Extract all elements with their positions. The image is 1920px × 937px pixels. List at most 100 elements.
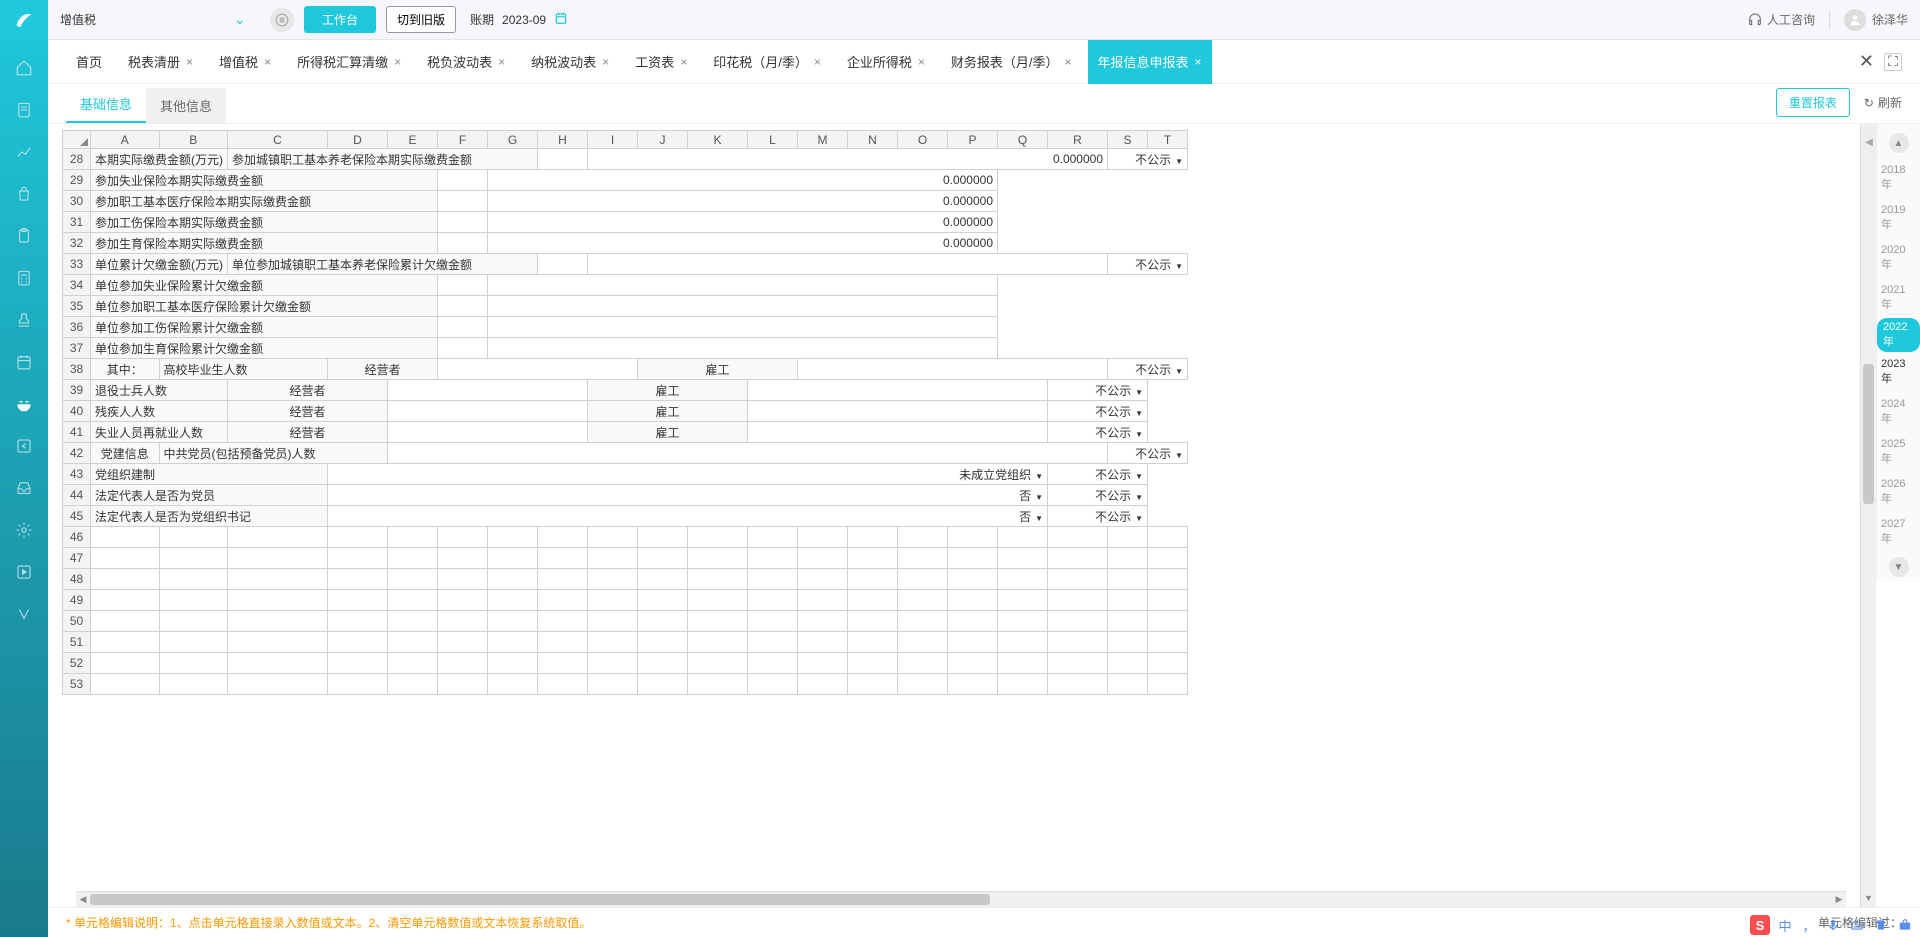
row-header-53[interactable]: 53 [63, 674, 91, 695]
year-2020年[interactable]: 2020年 [1877, 238, 1920, 278]
tabs-close-all-icon[interactable]: ✕ [1859, 51, 1874, 72]
col-header-R[interactable]: R [1048, 131, 1108, 149]
list-toggle-button[interactable] [270, 8, 294, 32]
refresh-button[interactable]: ↻ 刷新 [1864, 88, 1902, 117]
col-header-H[interactable]: H [538, 131, 588, 149]
nav-calc-icon[interactable] [12, 266, 36, 290]
col-header-D[interactable]: D [328, 131, 388, 149]
row-header-36[interactable]: 36 [63, 317, 91, 338]
app-logo[interactable] [0, 0, 48, 40]
row-header-51[interactable]: 51 [63, 632, 91, 653]
tab-税负波动表[interactable]: 税负波动表× [417, 40, 515, 84]
g3-disp-1[interactable]: 不公示 [1048, 380, 1148, 401]
tabs-expand-icon[interactable]: ⛶ [1884, 53, 1902, 71]
col-header-N[interactable]: N [848, 131, 898, 149]
g4-disp-1[interactable]: 不公示 [1048, 464, 1148, 485]
row-header-50[interactable]: 50 [63, 611, 91, 632]
col-header-E[interactable]: E [388, 131, 438, 149]
tab-close-icon[interactable]: × [918, 55, 925, 69]
g4-disp-3[interactable]: 不公示 [1048, 506, 1148, 527]
g1-val-1[interactable]: 0.000000 [488, 170, 998, 191]
row-header-37[interactable]: 37 [63, 338, 91, 359]
row-header-48[interactable]: 48 [63, 569, 91, 590]
workbench-button[interactable]: 工作台 [304, 6, 376, 33]
tab-纳税波动表[interactable]: 纳税波动表× [521, 40, 619, 84]
g2-disp[interactable]: 不公示 [1108, 254, 1188, 275]
g4-disp-0[interactable]: 不公示 [1108, 443, 1188, 464]
tab-close-icon[interactable]: × [602, 55, 609, 69]
row-header-52[interactable]: 52 [63, 653, 91, 674]
ime-mic-icon[interactable] [1824, 916, 1842, 934]
g4-val-1[interactable]: 未成立党组织 [328, 464, 1048, 485]
tab-工资表[interactable]: 工资表× [625, 40, 697, 84]
tab-财务报表（月/季）[interactable]: 财务报表（月/季）× [941, 40, 1082, 84]
nav-stamp-icon[interactable] [12, 308, 36, 332]
period-selector[interactable]: 账期 2023-09 [470, 11, 568, 28]
tab-close-icon[interactable]: × [394, 55, 401, 69]
g3-disp-2[interactable]: 不公示 [1048, 401, 1148, 422]
year-2025年[interactable]: 2025年 [1877, 432, 1920, 472]
g1-val-4[interactable]: 0.000000 [488, 233, 998, 254]
g2-val-4[interactable] [488, 338, 998, 359]
scroll-down-icon[interactable]: ▼ [1861, 893, 1876, 907]
row-header-29[interactable]: 29 [63, 170, 91, 191]
year-2027年[interactable]: 2027年 [1877, 512, 1920, 552]
nav-chart-icon[interactable] [12, 140, 36, 164]
ime-lang-icon[interactable]: 中 [1776, 916, 1794, 934]
col-header-G[interactable]: G [488, 131, 538, 149]
nav-doc-icon[interactable] [12, 98, 36, 122]
year-panel-expand-icon[interactable]: ◀ [1862, 126, 1876, 158]
col-header-C[interactable]: C [228, 131, 328, 149]
nav-v-icon[interactable] [12, 602, 36, 626]
year-2023年[interactable]: 2023年 [1877, 352, 1920, 392]
tab-close-icon[interactable]: × [814, 55, 821, 69]
year-2024年[interactable]: 2024年 [1877, 392, 1920, 432]
ime-sogou-icon[interactable]: S [1750, 915, 1770, 935]
col-header-O[interactable]: O [898, 131, 948, 149]
consult-button[interactable]: 人工咨询 [1747, 11, 1815, 28]
tab-企业所得税[interactable]: 企业所得税× [837, 40, 935, 84]
nav-play-icon[interactable] [12, 560, 36, 584]
tab-close-icon[interactable]: × [186, 55, 193, 69]
nav-calendar-icon[interactable] [12, 350, 36, 374]
col-header-A[interactable]: A [91, 131, 160, 149]
row-header-30[interactable]: 30 [63, 191, 91, 212]
row-header-35[interactable]: 35 [63, 296, 91, 317]
row-header-39[interactable]: 39 [63, 380, 91, 401]
ime-skin-icon[interactable] [1872, 916, 1890, 934]
reset-report-button[interactable]: 重置报表 [1776, 88, 1850, 117]
spreadsheet-grid[interactable]: ABCDEFGHIJKLMNOPQRST28本期实际缴费金额(万元)参加城镇职工… [62, 130, 1188, 695]
vertical-scrollbar[interactable]: ▲ ▼ [1860, 124, 1876, 907]
row-header-31[interactable]: 31 [63, 212, 91, 233]
g2-val-0[interactable] [588, 254, 1108, 275]
row-header-44[interactable]: 44 [63, 485, 91, 506]
year-2021年[interactable]: 2021年 [1877, 278, 1920, 318]
year-2026年[interactable]: 2026年 [1877, 472, 1920, 512]
g4-val-0[interactable] [388, 443, 1108, 464]
tab-所得税汇算清缴[interactable]: 所得税汇算清缴× [287, 40, 411, 84]
col-header-T[interactable]: T [1148, 131, 1188, 149]
user-avatar[interactable] [1844, 9, 1866, 31]
ime-toolbox-icon[interactable] [1896, 916, 1914, 934]
tab-税表清册[interactable]: 税表清册× [118, 40, 203, 84]
row-header-43[interactable]: 43 [63, 464, 91, 485]
g3-disp-0[interactable]: 不公示 [1108, 359, 1188, 380]
col-header-K[interactable]: K [688, 131, 748, 149]
g1-val-2[interactable]: 0.000000 [488, 191, 998, 212]
year-down-icon[interactable]: ▼ [1889, 557, 1909, 577]
nav-return-icon[interactable] [12, 434, 36, 458]
nav-gear-icon[interactable] [12, 518, 36, 542]
row-header-42[interactable]: 42 [63, 443, 91, 464]
col-header-Q[interactable]: Q [998, 131, 1048, 149]
g4-val-2[interactable]: 否 [328, 485, 1048, 506]
row-header-47[interactable]: 47 [63, 548, 91, 569]
switch-old-button[interactable]: 切到旧版 [386, 6, 456, 33]
tab-close-icon[interactable]: × [1065, 55, 1072, 69]
subtab-other[interactable]: 其他信息 [146, 88, 226, 123]
tab-增值税[interactable]: 增值税× [209, 40, 281, 84]
row-header-34[interactable]: 34 [63, 275, 91, 296]
scroll-right-icon[interactable]: ▶ [1832, 892, 1846, 907]
row-header-41[interactable]: 41 [63, 422, 91, 443]
g4-disp-2[interactable]: 不公示 [1048, 485, 1148, 506]
row-header-28[interactable]: 28 [63, 149, 91, 170]
